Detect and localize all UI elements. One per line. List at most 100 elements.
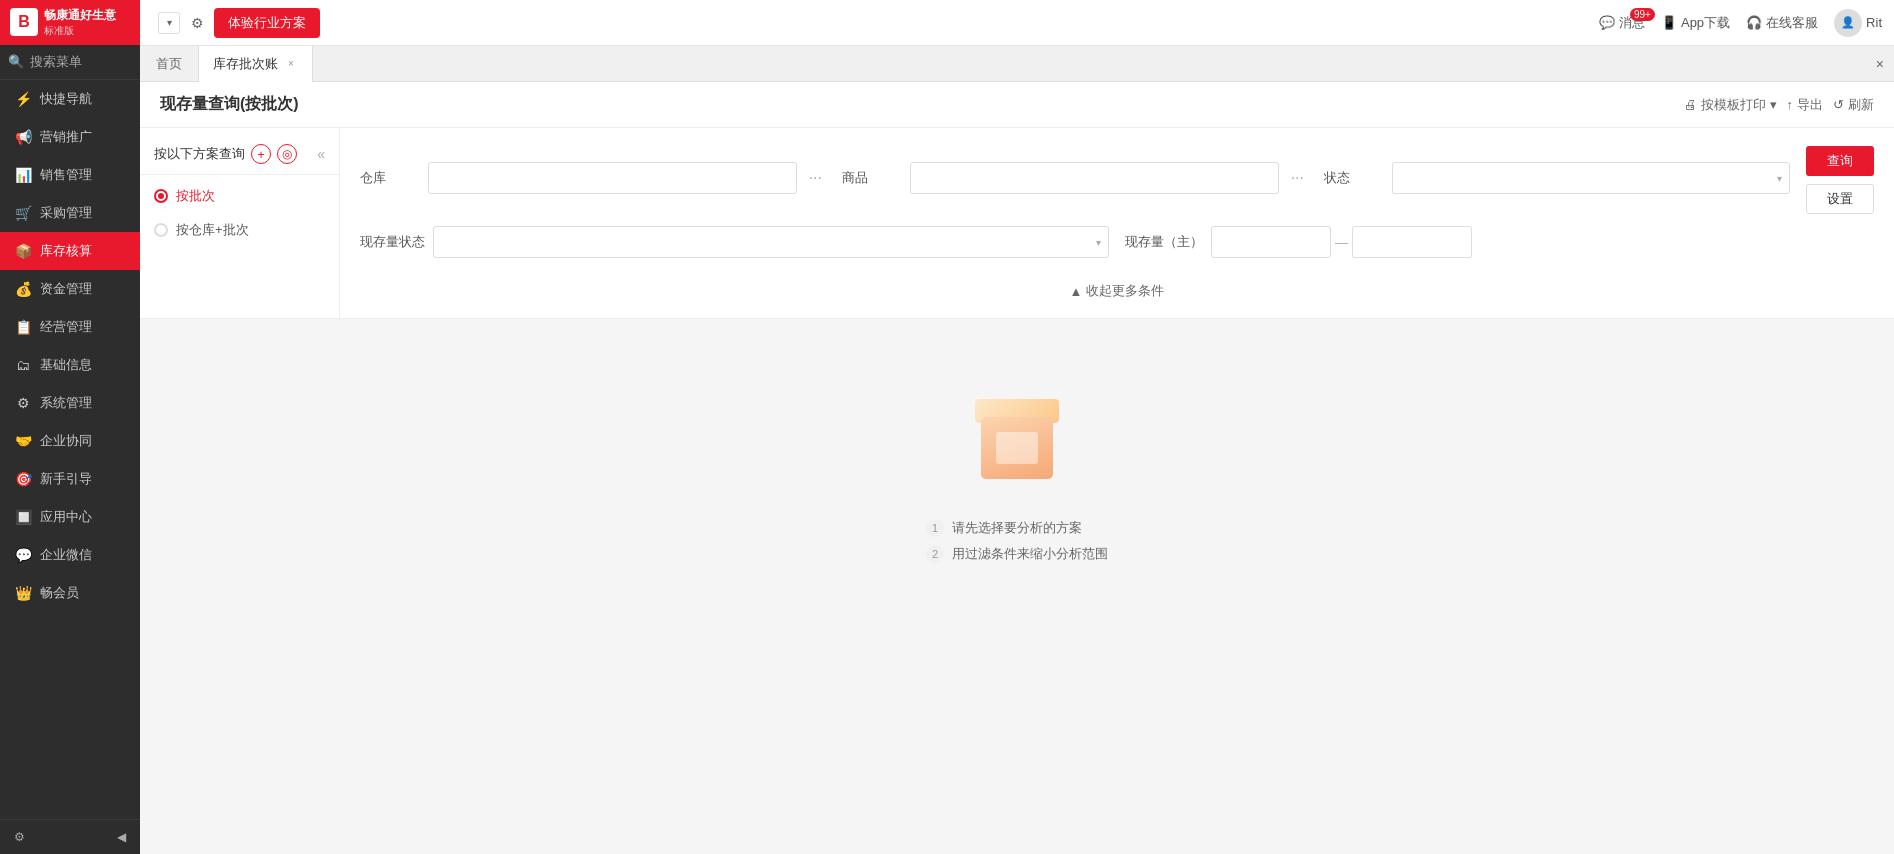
settings-btn[interactable]: 设置 bbox=[1806, 184, 1874, 214]
tab-home[interactable]: 首页 bbox=[140, 46, 199, 82]
print-icon: 🖨 bbox=[1684, 97, 1697, 112]
warehouse-more-btn[interactable]: ··· bbox=[805, 169, 826, 187]
query-btn[interactable]: 查询 bbox=[1806, 146, 1874, 176]
filter-option-warehouse-batch[interactable]: 按仓库+批次 bbox=[140, 213, 339, 247]
sidebar-item-inventory[interactable]: 📦 库存核算 bbox=[0, 232, 140, 270]
sidebar-item-basic[interactable]: 🗂 基础信息 bbox=[0, 346, 140, 384]
filter-main: 仓库 ··· 商品 ··· 状态 bbox=[340, 128, 1894, 318]
close-side-icon: × bbox=[1876, 56, 1884, 72]
refresh-label: 刷新 bbox=[1848, 96, 1874, 114]
product-more-btn[interactable]: ··· bbox=[1287, 169, 1308, 187]
phone-icon: 📱 bbox=[1661, 15, 1677, 30]
sidebar-item-marketing[interactable]: 📢 营销推广 bbox=[0, 118, 140, 156]
sidebar-item-wechat[interactable]: 💬 企业微信 bbox=[0, 536, 140, 574]
online-service-btn[interactable]: 🎧 在线客服 bbox=[1746, 14, 1818, 32]
company-name: 畅康通好生意 bbox=[44, 8, 116, 24]
page-header: 现存量查询(按批次) 🖨 按模板打印 ▾ ↑ 导出 ↺ 刷新 bbox=[140, 82, 1894, 128]
sidebar-item-label: 畅会员 bbox=[40, 584, 79, 602]
collapse-more-btn[interactable]: ▲ 收起更多条件 bbox=[1070, 282, 1165, 300]
tab-close-btn[interactable]: × bbox=[284, 57, 298, 71]
sidebar-item-sales[interactable]: 📊 销售管理 bbox=[0, 156, 140, 194]
inventory-qty-range: — bbox=[1211, 226, 1874, 258]
sidebar-search[interactable]: 🔍 搜索菜单 bbox=[0, 45, 140, 80]
tab-inventory-batch[interactable]: 库存批次账 × bbox=[199, 46, 313, 82]
target-icon: ◎ bbox=[282, 147, 292, 161]
filter-row-2: 现存量状态 ▾ 现存量（主） — bbox=[360, 226, 1874, 258]
filter-option-batch[interactable]: 按批次 bbox=[140, 179, 339, 213]
add-scheme-btn[interactable]: + bbox=[251, 144, 271, 164]
sidebar-settings-btn[interactable]: ⚙ bbox=[14, 830, 25, 844]
marketing-icon: 📢 bbox=[14, 128, 32, 146]
tab-inventory-batch-label: 库存批次账 bbox=[213, 55, 278, 73]
collapse-up-icon: ▲ bbox=[1070, 284, 1083, 299]
print-dropdown-icon: ▾ bbox=[1770, 97, 1777, 112]
print-label: 按模板打印 bbox=[1701, 96, 1766, 114]
export-label: 导出 bbox=[1797, 96, 1823, 114]
scheme-settings-btn[interactable]: ◎ bbox=[277, 144, 297, 164]
sidebar-item-guide[interactable]: 🎯 新手引导 bbox=[0, 460, 140, 498]
tab-home-label: 首页 bbox=[156, 55, 182, 73]
filter-option-warehouse-batch-label: 按仓库+批次 bbox=[176, 221, 249, 239]
page-content: 现存量查询(按批次) 🖨 按模板打印 ▾ ↑ 导出 ↺ 刷新 bbox=[140, 82, 1894, 854]
inventory-status-select-wrapper: ▾ bbox=[433, 226, 1109, 258]
filter-row-1: 仓库 ··· 商品 ··· 状态 bbox=[360, 142, 1874, 214]
sidebar-item-label: 基础信息 bbox=[40, 356, 92, 374]
inventory-qty-min-input[interactable] bbox=[1211, 226, 1331, 258]
sidebar-item-operation[interactable]: 📋 经营管理 bbox=[0, 308, 140, 346]
sidebar-item-purchase[interactable]: 🛒 采购管理 bbox=[0, 194, 140, 232]
filter-collapse-icon[interactable]: « bbox=[317, 146, 325, 162]
messages-btn[interactable]: 💬 消息 99+ bbox=[1599, 14, 1645, 32]
operation-icon: 📋 bbox=[14, 318, 32, 336]
tab-panel-close-btn[interactable]: × bbox=[1866, 46, 1894, 82]
sidebar-item-finance[interactable]: 💰 资金管理 bbox=[0, 270, 140, 308]
sidebar-item-label: 企业微信 bbox=[40, 546, 92, 564]
sidebar-item-shortcut[interactable]: ⚡ 快捷导航 bbox=[0, 80, 140, 118]
filter-action-btns: 查询 设置 bbox=[1806, 142, 1874, 214]
export-btn[interactable]: ↑ 导出 bbox=[1787, 96, 1824, 114]
app-download-btn[interactable]: 📱 App下载 bbox=[1661, 14, 1730, 32]
sidebar-item-system[interactable]: ⚙ 系统管理 bbox=[0, 384, 140, 422]
sidebar-item-apps[interactable]: 🔲 应用中心 bbox=[0, 498, 140, 536]
product-field: 商品 ··· bbox=[842, 162, 1308, 194]
product-input[interactable] bbox=[910, 162, 1279, 194]
nav-dropdown-btn[interactable]: ▾ bbox=[158, 12, 180, 34]
inventory-status-select[interactable] bbox=[433, 226, 1109, 258]
trial-btn[interactable]: 体验行业方案 bbox=[214, 8, 320, 38]
page-title: 现存量查询(按批次) bbox=[160, 94, 299, 115]
refresh-btn[interactable]: ↺ 刷新 bbox=[1833, 96, 1874, 114]
topbar-nav: ▾ ⚙ 体验行业方案 bbox=[152, 8, 1591, 38]
sidebar-item-label: 系统管理 bbox=[40, 394, 92, 412]
sidebar: B 畅康通好生意 标准版 🔍 搜索菜单 ⚡ 快捷导航 📢 营销推广 📊 销售管理… bbox=[0, 0, 140, 854]
sidebar-item-label: 采购管理 bbox=[40, 204, 92, 222]
topbar-gear-icon: ⚙ bbox=[191, 15, 204, 31]
print-btn[interactable]: 🖨 按模板打印 ▾ bbox=[1684, 96, 1777, 114]
topbar: ▾ ⚙ 体验行业方案 💬 消息 99+ 📱 App下载 🎧 在线客服 bbox=[140, 0, 1894, 46]
filter-sidebar: 按以下方案查询 + ◎ « 按批次 按 bbox=[140, 128, 340, 318]
wechat-icon: 💬 bbox=[14, 546, 32, 564]
app-download-label: App下载 bbox=[1681, 14, 1730, 32]
status-label: 状态 bbox=[1324, 169, 1384, 187]
status-select[interactable] bbox=[1392, 162, 1790, 194]
collapse-icon: ◀ bbox=[117, 830, 126, 844]
topbar-settings-btn[interactable]: ⚙ bbox=[186, 12, 208, 34]
inventory-qty-label: 现存量（主） bbox=[1125, 233, 1203, 251]
sidebar-item-enterprise[interactable]: 🤝 企业协同 bbox=[0, 422, 140, 460]
refresh-icon: ↺ bbox=[1833, 97, 1844, 112]
empty-state: 1 请先选择要分析的方案 2 用过滤条件来缩小分析范围 bbox=[140, 319, 1894, 643]
empty-hint-2: 2 用过滤条件来缩小分析范围 bbox=[926, 545, 1108, 563]
range-separator: — bbox=[1335, 235, 1348, 250]
sidebar-item-label: 销售管理 bbox=[40, 166, 92, 184]
warehouse-input[interactable] bbox=[428, 162, 797, 194]
inventory-qty-max-input[interactable] bbox=[1352, 226, 1472, 258]
sidebar-item-member[interactable]: 👑 畅会员 bbox=[0, 574, 140, 612]
user-area[interactable]: 👤 Rit bbox=[1834, 9, 1882, 37]
radio-warehouse-batch bbox=[154, 223, 168, 237]
sidebar-item-label: 营销推广 bbox=[40, 128, 92, 146]
topbar-right: 💬 消息 99+ 📱 App下载 🎧 在线客服 👤 Rit bbox=[1599, 9, 1882, 37]
radio-batch bbox=[154, 189, 168, 203]
inventory-status-label: 现存量状态 bbox=[360, 233, 425, 251]
empty-hint-1: 1 请先选择要分析的方案 bbox=[926, 519, 1108, 537]
collapse-more-label: 收起更多条件 bbox=[1086, 282, 1164, 300]
headset-icon: 🎧 bbox=[1746, 15, 1762, 30]
sidebar-collapse-btn[interactable]: ◀ bbox=[117, 830, 126, 844]
